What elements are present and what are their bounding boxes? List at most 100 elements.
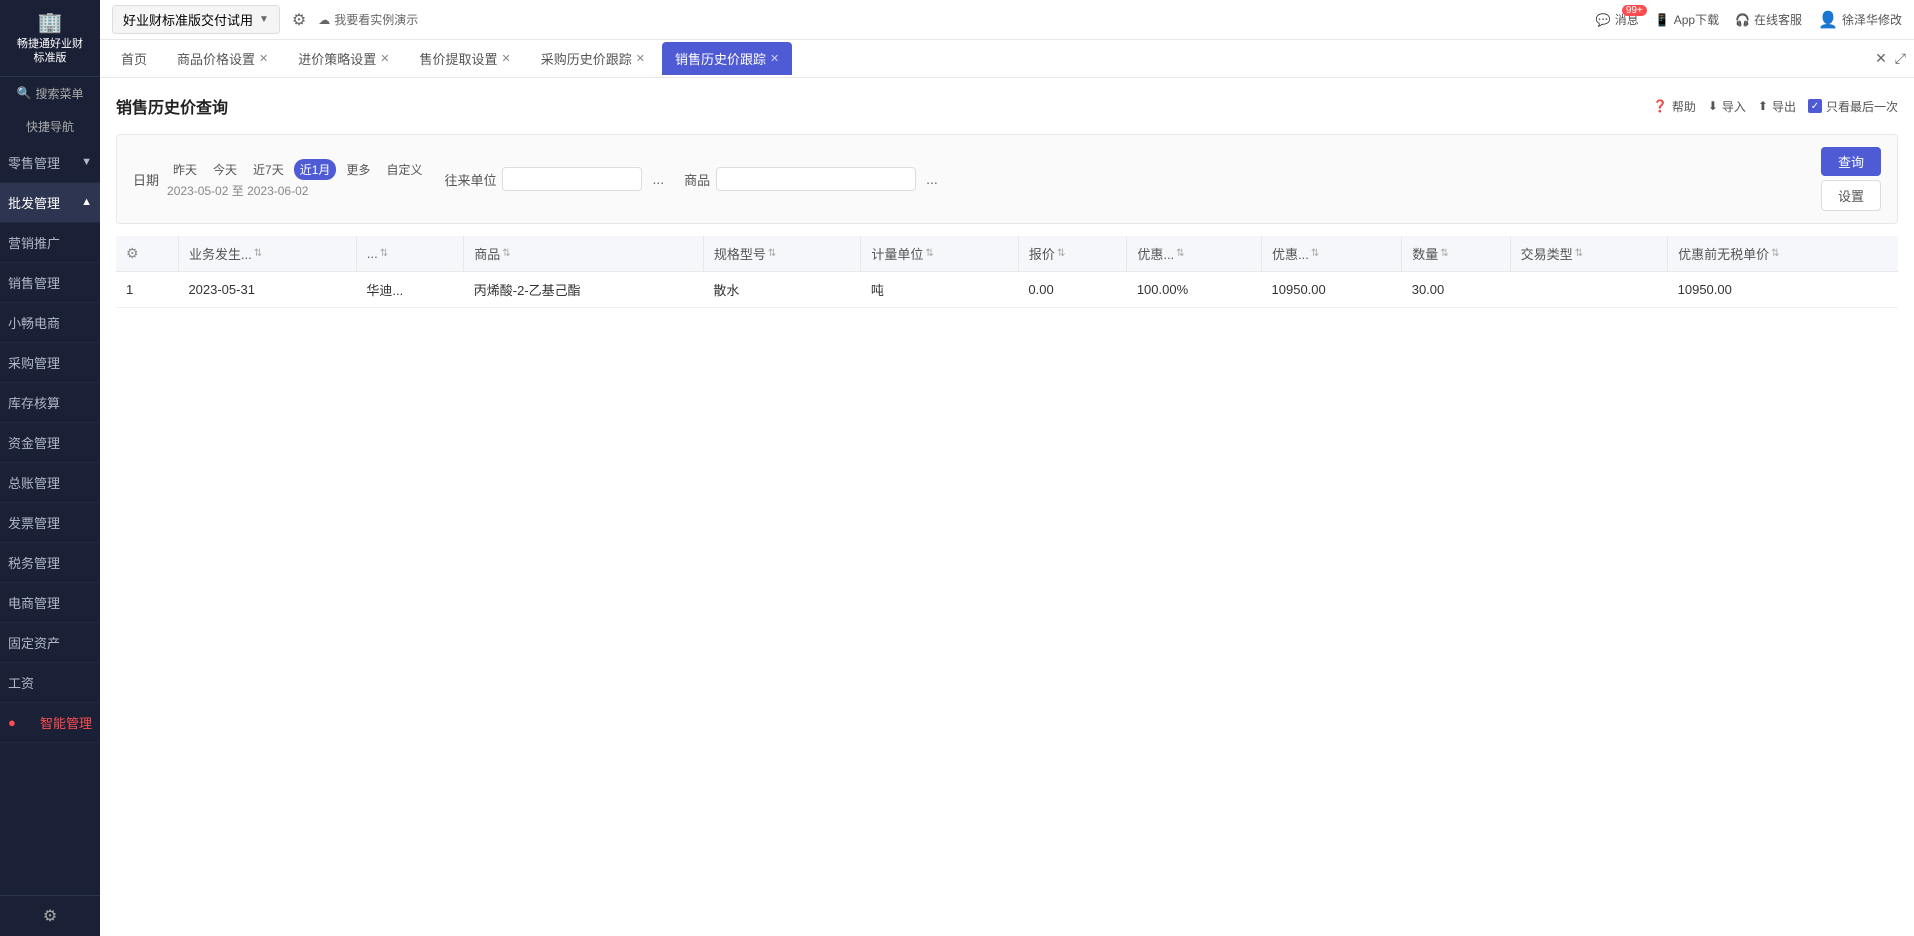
sidebar-item-7[interactable]: 资金管理 [0,423,100,463]
tab-首页[interactable]: 首页 [108,42,160,75]
tab-商品价格设置[interactable]: 商品价格设置 ✕ [164,42,281,75]
sort-icon: ⇅ [502,248,510,259]
message-button[interactable]: 💬 消息 99+ [1596,11,1639,28]
cell-goods: 丙烯酸-2-乙基己酯 [464,272,704,308]
message-icon: 💬 [1596,13,1611,27]
query-button[interactable]: 查询 [1821,147,1881,176]
sort-icon: ⇅ [925,248,933,259]
goods-input[interactable] [716,167,916,191]
sidebar-logo: 🏢 畅捷通好业财 标准版 [0,0,100,77]
cell-spec: 散水 [703,272,861,308]
col-header-discount1[interactable]: 优惠...⇅ [1127,236,1262,272]
quick-nav[interactable]: 快捷导航 [0,110,100,143]
user-menu[interactable]: 👤 徐泽华修改 [1818,10,1902,30]
sidebar-item-3[interactable]: 销售管理 [0,263,100,303]
sidebar-item-9[interactable]: 发票管理 [0,503,100,543]
app-icon: 📱 [1655,13,1670,27]
tab-close-icon[interactable]: ✕ [636,52,645,65]
col-header-quote[interactable]: 报价⇅ [1018,236,1126,272]
col-header-settings: ⚙ [116,236,178,272]
sidebar-item-2[interactable]: 营销推广 [0,223,100,263]
cell-pre_tax: 10950.00 [1668,272,1898,308]
panel-close-icon[interactable]: ✕ [1875,50,1887,67]
panel-expand-icon[interactable]: ⤢ [1895,50,1906,67]
col-header-discount2[interactable]: 优惠...⇅ [1262,236,1402,272]
tab-bar: 首页商品价格设置 ✕进价策略设置 ✕售价提取设置 ✕采购历史价跟踪 ✕销售历史价… [100,40,1914,78]
only-last-checkbox[interactable]: ✓ 只看最后一次 [1808,98,1898,115]
col-header-extra[interactable]: ...⇅ [356,236,463,272]
sort-icon: ⇅ [1440,248,1448,259]
table-body: 12023-05-31华迪...丙烯酸-2-乙基己酯散水吨0.00100.00%… [116,272,1898,308]
sidebar-item-10[interactable]: 税务管理 [0,543,100,583]
sidebar-item-4[interactable]: 小畅电商 [0,303,100,343]
date-options: 昨天今天近7天近1月更多自定义 [167,159,428,180]
sort-icon: ⇅ [1057,248,1065,259]
message-badge: 99+ [1622,5,1647,16]
online-service-button[interactable]: 🎧 在线客服 [1735,11,1802,28]
col-header-trade_type[interactable]: 交易类型⇅ [1510,236,1668,272]
app-download-button[interactable]: 📱 App下载 [1655,11,1719,28]
date-option-今天[interactable]: 今天 [207,159,243,180]
sidebar-item-1[interactable]: 批发管理▲ [0,183,100,223]
source-dots-button[interactable]: ... [648,171,668,187]
product-selector[interactable]: 好业财标准版交付试用 ▼ [112,5,280,34]
tab-close-icon[interactable]: ✕ [259,52,268,65]
date-option-更多[interactable]: 更多 [340,159,376,180]
col-header-unit[interactable]: 计量单位⇅ [861,236,1019,272]
sidebar-item-8[interactable]: 总账管理 [0,463,100,503]
export-link[interactable]: ⬆ 导出 [1758,98,1796,115]
user-avatar-icon: 👤 [1818,10,1838,30]
settings-icon[interactable]: ⚙ [43,906,57,926]
date-option-近1月[interactable]: 近1月 [294,159,337,180]
sidebar-item-11[interactable]: 电商管理 [0,583,100,623]
goods-label: 商品 [684,170,710,189]
help-link[interactable]: ❓ 帮助 [1653,98,1696,115]
sidebar-item-12[interactable]: 固定资产 [0,623,100,663]
col-header-spec[interactable]: 规格型号⇅ [703,236,861,272]
headset-icon: 🎧 [1735,13,1750,27]
sidebar-search[interactable]: 🔍 搜索菜单 [0,77,100,110]
sort-icon: ⇅ [380,248,388,259]
page-header-actions: ❓ 帮助 ⬇ 导入 ⬆ 导出 ✓ 只看最后一次 [1653,98,1898,115]
tab-close-icon[interactable]: ✕ [380,52,389,65]
cell-unit: 吨 [861,272,1019,308]
sidebar-item-14[interactable]: ●智能管理 [0,703,100,743]
date-option-自定义[interactable]: 自定义 [380,159,428,180]
sort-icon: ⇅ [768,248,776,259]
filter-actions: 查询 设置 [1821,147,1881,211]
cell-quote: 0.00 [1018,272,1126,308]
sidebar-item-6[interactable]: 库存核算 [0,383,100,423]
col-header-biz_date[interactable]: 业务发生...⇅ [178,236,356,272]
checkbox-icon[interactable]: ✓ [1808,99,1822,113]
import-icon: ⬇ [1708,99,1718,113]
sidebar-item-13[interactable]: 工资 [0,663,100,703]
tab-进价策略设置[interactable]: 进价策略设置 ✕ [285,42,402,75]
col-header-goods[interactable]: 商品⇅ [464,236,704,272]
tab-close-icon[interactable]: ✕ [770,52,779,65]
col-header-pre_tax[interactable]: 优惠前无税单价⇅ [1668,236,1898,272]
sidebar-item-5[interactable]: 采购管理 [0,343,100,383]
goods-filter-group: 商品 ... [684,167,942,191]
sidebar-item-0[interactable]: 零售管理▼ [0,143,100,183]
date-option-昨天[interactable]: 昨天 [167,159,203,180]
cell-discount2: 10950.00 [1262,272,1402,308]
filter-row: 日期 昨天今天近7天近1月更多自定义 2023-05-02 至 2023-06-… [133,147,1881,211]
cell-discount1: 100.00% [1127,272,1262,308]
tab-close-icon[interactable]: ✕ [502,52,511,65]
date-option-近7天[interactable]: 近7天 [247,159,290,180]
filter-settings-button[interactable]: 设置 [1821,180,1881,211]
source-label: 往来单位 [444,170,496,189]
tab-售价提取设置[interactable]: 售价提取设置 ✕ [406,42,523,75]
cell-extra: 华迪... [356,272,463,308]
import-link[interactable]: ⬇ 导入 [1708,98,1746,115]
column-settings-icon[interactable]: ⚙ [126,245,139,261]
col-header-qty[interactable]: 数量⇅ [1402,236,1510,272]
date-range: 2023-05-02 至 2023-06-02 [167,182,428,199]
tab-采购历史价跟踪[interactable]: 采购历史价跟踪 ✕ [528,42,658,75]
topbar-settings-icon[interactable]: ⚙ [292,10,306,30]
source-input[interactable] [502,167,642,191]
tab-销售历史价跟踪[interactable]: 销售历史价跟踪 ✕ [662,42,792,75]
demo-link[interactable]: ☁ 我要看实例演示 [318,11,418,28]
goods-dots-button[interactable]: ... [922,171,942,187]
sort-icon: ⇅ [1771,248,1779,259]
